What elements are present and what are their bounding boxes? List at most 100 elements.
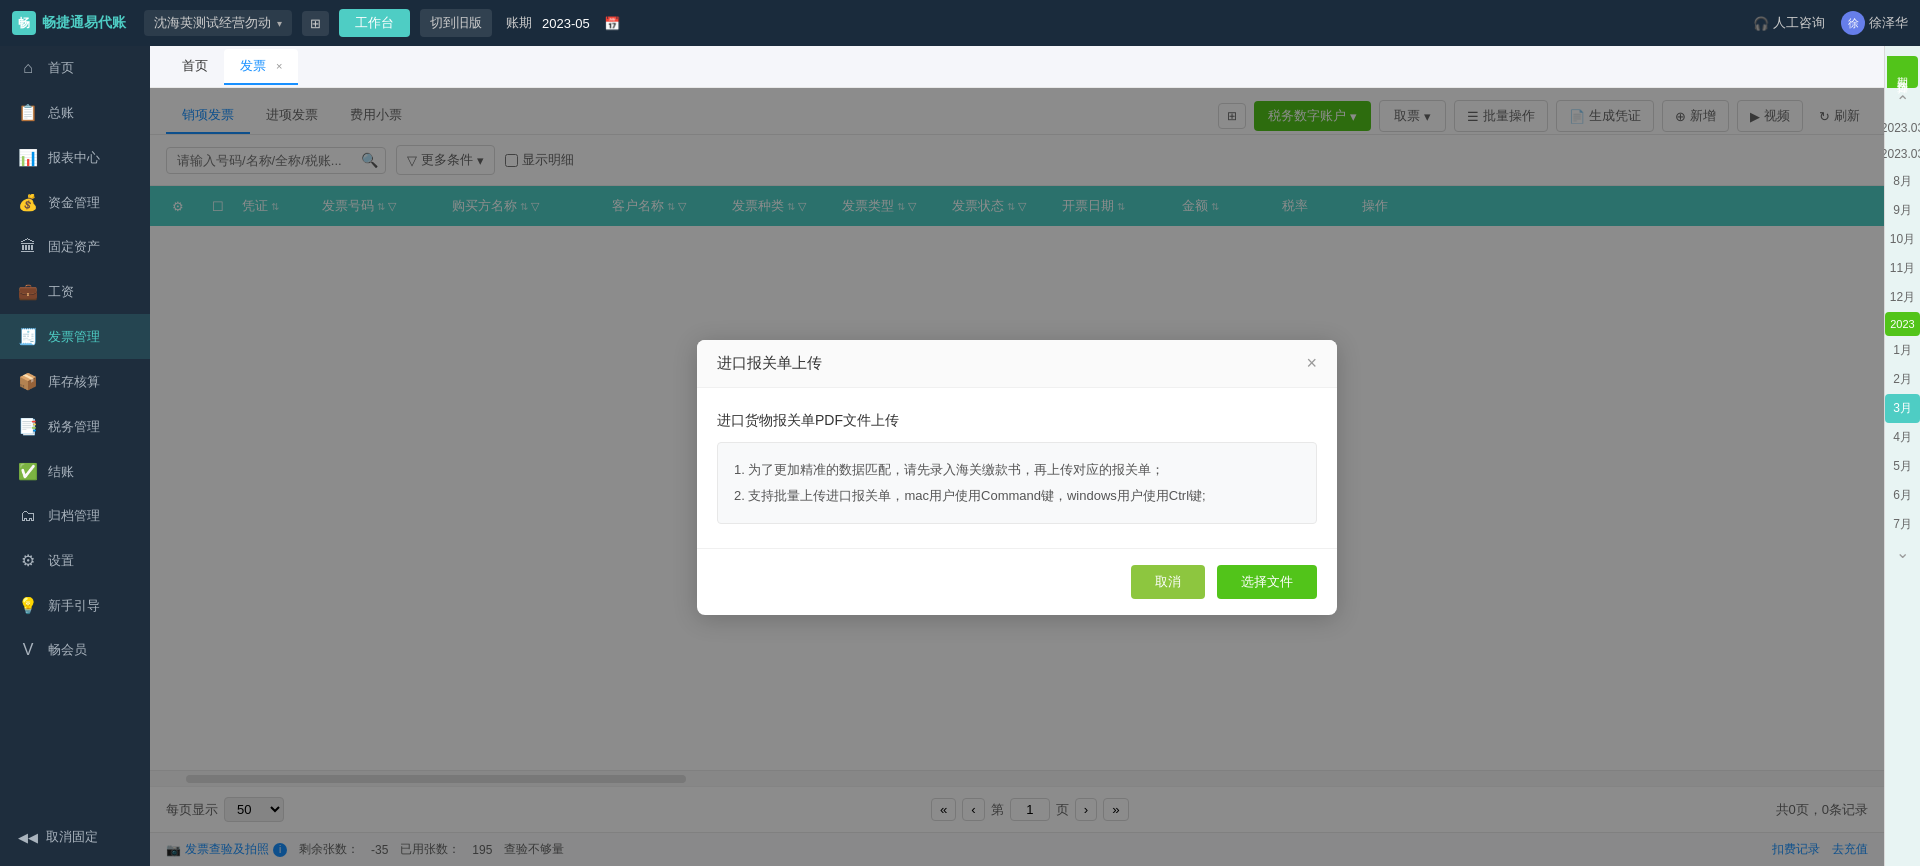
period-list-item[interactable]: 5月	[1885, 452, 1920, 481]
closing-icon: ✅	[18, 462, 38, 481]
sidebar-item-label: 工资	[48, 283, 74, 301]
sidebar-item-payroll[interactable]: 💼 工资	[0, 269, 150, 314]
content-area: 首页 发票 × 销项发票 进项发票	[150, 46, 1884, 866]
sidebar-item-label: 总账	[48, 104, 74, 122]
company-selector[interactable]: 沈海英测试经营勿动 ▾	[144, 10, 292, 36]
tax-icon: 📑	[18, 417, 38, 436]
period-list-item[interactable]: 11月	[1885, 254, 1920, 283]
sidebar-item-ledger[interactable]: 📋 总账	[0, 90, 150, 135]
switch-version-button[interactable]: 切到旧版	[420, 9, 492, 37]
avatar: 徐	[1841, 11, 1865, 35]
archive-icon: 🗂	[18, 507, 38, 525]
pin-icon: ◀◀	[18, 830, 38, 845]
inventory-icon: 📦	[18, 372, 38, 391]
right-sidebar: 期间选择 ⌃ 2023.03 2023.03 8月 9月 10月 11月 12月…	[1884, 46, 1920, 866]
sidebar-collapse-button[interactable]: ◀◀ 取消固定	[0, 818, 150, 856]
dialog-overlay[interactable]: 进口报关单上传 × 进口货物报关单PDF文件上传 1. 为了更加精准的数据匹配，…	[150, 88, 1884, 866]
period-list-item[interactable]: 7月	[1885, 510, 1920, 539]
dialog-section-title: 进口货物报关单PDF文件上传	[717, 412, 1317, 430]
period-value: 2023-05	[542, 16, 590, 31]
tab-bar: 首页 发票 ×	[150, 46, 1884, 88]
sidebar-item-capital[interactable]: 💰 资金管理	[0, 180, 150, 225]
user-info[interactable]: 徐 徐泽华	[1841, 11, 1908, 35]
sidebar-item-invoice[interactable]: 🧾 发票管理	[0, 314, 150, 359]
period-list-item[interactable]: 9月	[1885, 196, 1920, 225]
sidebar-item-label: 固定资产	[48, 238, 100, 256]
guide-icon: 💡	[18, 596, 38, 615]
calendar-icon[interactable]: 📅	[604, 16, 620, 31]
period-list-item[interactable]: 2023.03	[1885, 115, 1920, 141]
main-layout: ⌂ 首页 📋 总账 📊 报表中心 💰 资金管理 🏛 固定资产 💼 工资	[0, 46, 1920, 866]
period-list-item[interactable]: 4月	[1885, 423, 1920, 452]
period-list-item[interactable]: 1月	[1885, 336, 1920, 365]
assets-icon: 🏛	[18, 238, 38, 256]
sidebar-item-label: 结账	[48, 463, 74, 481]
sidebar-item-home[interactable]: ⌂ 首页	[0, 46, 150, 90]
sidebar-item-closing[interactable]: ✅ 结账	[0, 449, 150, 494]
service-button[interactable]: 🎧 人工咨询	[1753, 14, 1825, 32]
sidebar-item-label: 归档管理	[48, 507, 100, 525]
capital-icon: 💰	[18, 193, 38, 212]
settings-icon: ⚙	[18, 551, 38, 570]
payroll-icon: 💼	[18, 282, 38, 301]
period-list-item[interactable]: 12月	[1885, 283, 1920, 312]
period-selector-tab[interactable]: 期间选择	[1887, 56, 1918, 88]
dialog-info-item-2: 2. 支持批量上传进口报关单，mac用户使用Command键，windows用户…	[734, 483, 1300, 509]
workspace-button[interactable]: 工作台	[339, 9, 410, 37]
period-list: 2023.03 2023.03 8月 9月 10月 11月 12月 2023 1…	[1885, 115, 1920, 539]
ledger-icon: 📋	[18, 103, 38, 122]
sidebar-item-label: 首页	[48, 59, 74, 77]
dialog: 进口报关单上传 × 进口货物报关单PDF文件上传 1. 为了更加精准的数据匹配，…	[697, 340, 1337, 615]
sidebar: ⌂ 首页 📋 总账 📊 报表中心 💰 资金管理 🏛 固定资产 💼 工资	[0, 46, 150, 866]
dialog-title: 进口报关单上传	[717, 354, 822, 373]
sidebar-item-label: 设置	[48, 552, 74, 570]
sidebar-item-settings[interactable]: ⚙ 设置	[0, 538, 150, 583]
sidebar-item-label: 新手引导	[48, 597, 100, 615]
sidebar-item-assets[interactable]: 🏛 固定资产	[0, 225, 150, 269]
tab-home[interactable]: 首页	[166, 49, 224, 85]
headset-icon: 🎧	[1753, 16, 1769, 31]
period-list-item-year-2023[interactable]: 2023	[1885, 312, 1920, 336]
company-dropdown-arrow-icon: ▾	[277, 18, 282, 29]
dialog-cancel-button[interactable]: 取消	[1131, 565, 1205, 599]
dialog-body: 进口货物报关单PDF文件上传 1. 为了更加精准的数据匹配，请先录入海关缴款书，…	[697, 388, 1337, 548]
period-list-item-march[interactable]: 3月	[1885, 394, 1920, 423]
app-logo: 畅 畅捷通易代账	[12, 11, 126, 35]
dialog-header: 进口报关单上传 ×	[697, 340, 1337, 388]
period-list-item[interactable]: 6月	[1885, 481, 1920, 510]
period-list-item[interactable]: 2023.03	[1885, 141, 1920, 167]
period-list-item[interactable]: 8月	[1885, 167, 1920, 196]
sidebar-item-tax[interactable]: 📑 税务管理	[0, 404, 150, 449]
period-list-item[interactable]: 2月	[1885, 365, 1920, 394]
tab-invoice[interactable]: 发票 ×	[224, 49, 298, 85]
period-scroll-up-button[interactable]: ⌃	[1892, 88, 1913, 115]
reports-icon: 📊	[18, 148, 38, 167]
period-list-item[interactable]: 10月	[1885, 225, 1920, 254]
member-icon: V	[18, 641, 38, 659]
sidebar-item-label: 发票管理	[48, 328, 100, 346]
tab-close-icon[interactable]: ×	[276, 60, 282, 72]
logo-icon: 畅	[12, 11, 36, 35]
sidebar-item-label: 资金管理	[48, 194, 100, 212]
sidebar-item-archive[interactable]: 🗂 归档管理	[0, 494, 150, 538]
company-icon-button[interactable]: ⊞	[302, 11, 329, 36]
sidebar-item-member[interactable]: V 畅会员	[0, 628, 150, 672]
dialog-close-button[interactable]: ×	[1306, 354, 1317, 372]
period-scroll-down-button[interactable]: ⌄	[1892, 539, 1913, 566]
dialog-info-item-1: 1. 为了更加精准的数据匹配，请先录入海关缴款书，再上传对应的报关单；	[734, 457, 1300, 483]
dialog-info-box: 1. 为了更加精准的数据匹配，请先录入海关缴款书，再上传对应的报关单； 2. 支…	[717, 442, 1317, 524]
top-bar: 畅 畅捷通易代账 沈海英测试经营勿动 ▾ ⊞ 工作台 切到旧版 账期 2023-…	[0, 0, 1920, 46]
invoice-icon: 🧾	[18, 327, 38, 346]
sidebar-item-label: 库存核算	[48, 373, 100, 391]
sidebar-item-label: 畅会员	[48, 641, 87, 659]
top-right-actions: 🎧 人工咨询 徐 徐泽华	[1753, 11, 1908, 35]
dialog-select-file-button[interactable]: 选择文件	[1217, 565, 1317, 599]
sidebar-item-inventory[interactable]: 📦 库存核算	[0, 359, 150, 404]
invoice-content: 销项发票 进项发票 费用小票 ⊞ 税务数字账户 ▾	[150, 88, 1884, 866]
sidebar-item-reports[interactable]: 📊 报表中心	[0, 135, 150, 180]
period-label: 账期	[506, 14, 532, 32]
sidebar-bottom: ◀◀ 取消固定	[0, 808, 150, 866]
sidebar-item-label: 税务管理	[48, 418, 100, 436]
dialog-footer: 取消 选择文件	[697, 548, 1337, 615]
sidebar-item-guide[interactable]: 💡 新手引导	[0, 583, 150, 628]
